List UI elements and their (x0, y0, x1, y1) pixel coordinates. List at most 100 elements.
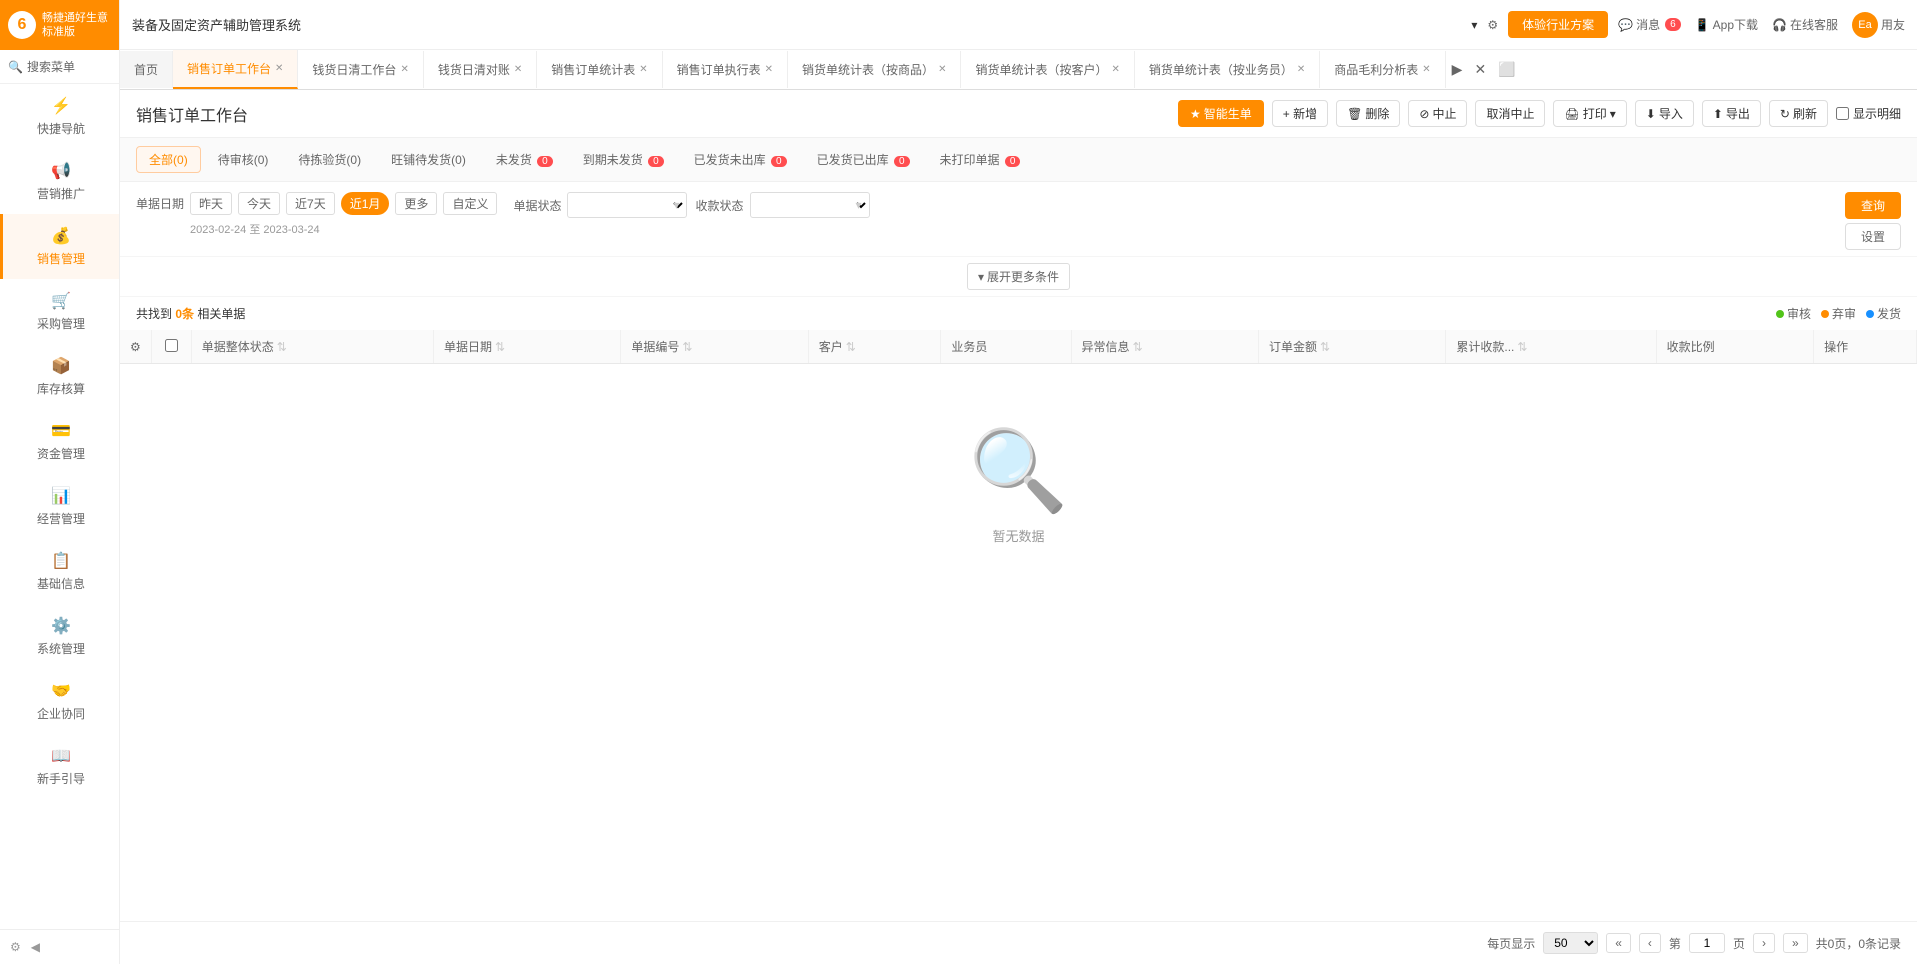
tab-close-icon[interactable]: ✕ (1422, 64, 1430, 75)
import-button[interactable]: ⬇ 导入 (1635, 100, 1694, 127)
date-custom-button[interactable]: 自定义 (443, 192, 497, 215)
filter-setting-button[interactable]: 设置 (1845, 223, 1901, 250)
print-button[interactable]: 🖨 打印 ▾ (1553, 100, 1626, 127)
sidebar-item-purchase[interactable]: 🛒 采购管理 (0, 279, 119, 344)
subtab-not-printed[interactable]: 未打印单据 0 (927, 146, 1034, 173)
sidebar-item-finance[interactable]: 💳 资金管理 (0, 409, 119, 474)
expand-filter-button[interactable]: ▾ 展开更多条件 (967, 263, 1070, 290)
subtab-pending-review[interactable]: 待审核(0) (205, 146, 282, 173)
new-button[interactable]: + 新增 (1272, 100, 1328, 127)
tab-close-icon[interactable]: ✕ (275, 63, 283, 74)
tab-close-icon[interactable]: ✕ (938, 64, 946, 75)
date-1month-button[interactable]: 近1月 (341, 192, 390, 215)
app-download-action[interactable]: 📱 App下载 (1695, 16, 1758, 33)
tab-close-all-button[interactable]: ✕ (1468, 61, 1492, 78)
subtab-shipped-not-out[interactable]: 已发货未出库 0 (681, 146, 800, 173)
ship-button[interactable]: 发货 (1866, 305, 1901, 322)
subtab-all[interactable]: 全部(0) (136, 146, 201, 173)
sidebar-settings-icon[interactable]: ⚙ (10, 940, 21, 954)
stop-button[interactable]: ⊘ 中止 (1408, 100, 1467, 127)
not-shipped-badge: 0 (537, 156, 553, 167)
message-action[interactable]: 💬 消息 6 (1618, 16, 1681, 33)
detail-checkbox-input[interactable] (1836, 107, 1849, 120)
sidebar-collapse-icon[interactable]: ◀ (31, 940, 40, 954)
subtab-shipped-out[interactable]: 已发货已出库 0 (804, 146, 923, 173)
status-filter-select[interactable] (567, 192, 687, 218)
date-more-button[interactable]: 更多 (395, 192, 437, 215)
page-size-select[interactable]: 50 10 20 100 (1543, 932, 1598, 954)
sidebar-item-quick-nav[interactable]: ⚡ 快捷导航 (0, 84, 119, 149)
table-wrap: ⚙ 单据整体状态⇅ 单据日期⇅ 单据编号⇅ 客户⇅ 业务员 异常信息⇅ 订单金额… (120, 330, 1917, 921)
tab-sales-order[interactable]: 销售订单工作台 ✕ (173, 50, 298, 89)
sidebar-item-guide[interactable]: 📖 新手引导 (0, 734, 119, 799)
sort-icon[interactable]: ⇅ (1517, 340, 1527, 354)
tab-sales-exec[interactable]: 销售订单执行表 ✕ (663, 51, 788, 88)
review-button[interactable]: 审核 (1776, 305, 1811, 322)
tab-close-icon[interactable]: ✕ (514, 64, 522, 75)
query-button[interactable]: 查询 (1845, 192, 1901, 219)
cancel-review-button[interactable]: 弃审 (1821, 305, 1856, 322)
logo-icon: 6 (8, 11, 36, 39)
sidebar-item-operations[interactable]: 📊 经营管理 (0, 474, 119, 539)
online-service-action[interactable]: 🎧 在线客服 (1772, 16, 1838, 33)
user-profile-action[interactable]: Ea 用友 (1852, 12, 1905, 38)
date-7days-button[interactable]: 近7天 (286, 192, 335, 215)
cooperation-icon: 🤝 (51, 681, 71, 701)
system-dropdown[interactable]: ▾ (1471, 18, 1477, 32)
tab-close-icon[interactable]: ✕ (1111, 64, 1119, 75)
tab-close-icon[interactable]: ✕ (1297, 64, 1305, 75)
purchase-icon: 🛒 (51, 291, 71, 311)
tab-goods-stats-customer[interactable]: 销货单统计表（按客户） ✕ (961, 51, 1134, 88)
sort-icon[interactable]: ⇅ (1133, 340, 1143, 354)
first-page-button[interactable]: « (1606, 933, 1631, 953)
settings-gear-icon[interactable]: ⚙ (1487, 18, 1498, 32)
next-page-button[interactable]: › (1753, 933, 1775, 953)
page-number-input[interactable] (1689, 933, 1725, 953)
sidebar-item-system[interactable]: ⚙️ 系统管理 (0, 604, 119, 669)
tab-sales-stats[interactable]: 销售订单统计表 ✕ (537, 51, 662, 88)
tab-goods-stats-product[interactable]: 销货单统计表（按商品） ✕ (788, 51, 961, 88)
sidebar-item-sales[interactable]: 💰 销售管理 (0, 214, 119, 279)
subtab-pending-check[interactable]: 待拣验货(0) (285, 146, 374, 173)
tab-cash-reconcile[interactable]: 钱货日清对账 ✕ (424, 51, 537, 88)
sort-icon[interactable]: ⇅ (1320, 340, 1330, 354)
sidebar-search[interactable]: 🔍 搜索菜单 (0, 50, 119, 84)
tab-maximize-button[interactable]: ⬜ (1492, 61, 1521, 78)
delete-button[interactable]: 🗑 删除 (1336, 100, 1400, 127)
tab-cash-daily[interactable]: 钱货日清工作台 ✕ (298, 51, 423, 88)
th-checkbox[interactable] (151, 330, 191, 364)
smart-create-button[interactable]: ★ 智能生单 (1178, 100, 1264, 127)
date-yesterday-button[interactable]: 昨天 (190, 192, 232, 215)
th-settings[interactable]: ⚙ (120, 330, 151, 364)
subtab-wangpu-pending[interactable]: 旺铺待发货(0) (378, 146, 479, 173)
tab-close-icon[interactable]: ✕ (400, 64, 408, 75)
subtab-not-shipped[interactable]: 未发货 0 (483, 146, 566, 173)
cancel-stop-button[interactable]: 取消中止 (1475, 100, 1545, 127)
tab-gross-profit[interactable]: 商品毛利分析表 ✕ (1320, 51, 1445, 88)
sort-icon[interactable]: ⇅ (846, 340, 856, 354)
last-page-button[interactable]: » (1783, 933, 1808, 953)
date-today-button[interactable]: 今天 (238, 192, 280, 215)
tab-close-icon[interactable]: ✕ (765, 64, 773, 75)
industry-plan-button[interactable]: 体验行业方案 (1508, 11, 1608, 38)
subtab-expired-not-shipped[interactable]: 到期未发货 0 (570, 146, 677, 173)
show-detail-checkbox[interactable]: 显示明细 (1836, 105, 1901, 122)
th-number: 单据编号⇅ (621, 330, 808, 364)
sidebar-item-inventory[interactable]: 📦 库存核算 (0, 344, 119, 409)
tab-scroll-right-button[interactable]: ▶ (1446, 61, 1469, 78)
tab-close-icon[interactable]: ✕ (639, 64, 647, 75)
topbar-actions: 💬 消息 6 📱 App下载 🎧 在线客服 Ea 用友 (1618, 12, 1905, 38)
sort-icon[interactable]: ⇅ (495, 340, 505, 354)
tab-home[interactable]: 首页 (120, 51, 173, 88)
sidebar-item-cooperation[interactable]: 🤝 企业协同 (0, 669, 119, 734)
select-all-checkbox[interactable] (165, 339, 178, 352)
sort-icon[interactable]: ⇅ (277, 340, 287, 354)
payment-filter-select[interactable] (750, 192, 870, 218)
export-button[interactable]: ⬆ 导出 (1702, 100, 1761, 127)
sidebar-item-marketing[interactable]: 📢 营销推广 (0, 149, 119, 214)
prev-page-button[interactable]: ‹ (1639, 933, 1661, 953)
sidebar-item-basic-info[interactable]: 📋 基础信息 (0, 539, 119, 604)
sort-icon[interactable]: ⇅ (682, 340, 692, 354)
refresh-button[interactable]: ↻ 刷新 (1769, 100, 1828, 127)
tab-goods-stats-staff[interactable]: 销货单统计表（按业务员） ✕ (1135, 51, 1320, 88)
